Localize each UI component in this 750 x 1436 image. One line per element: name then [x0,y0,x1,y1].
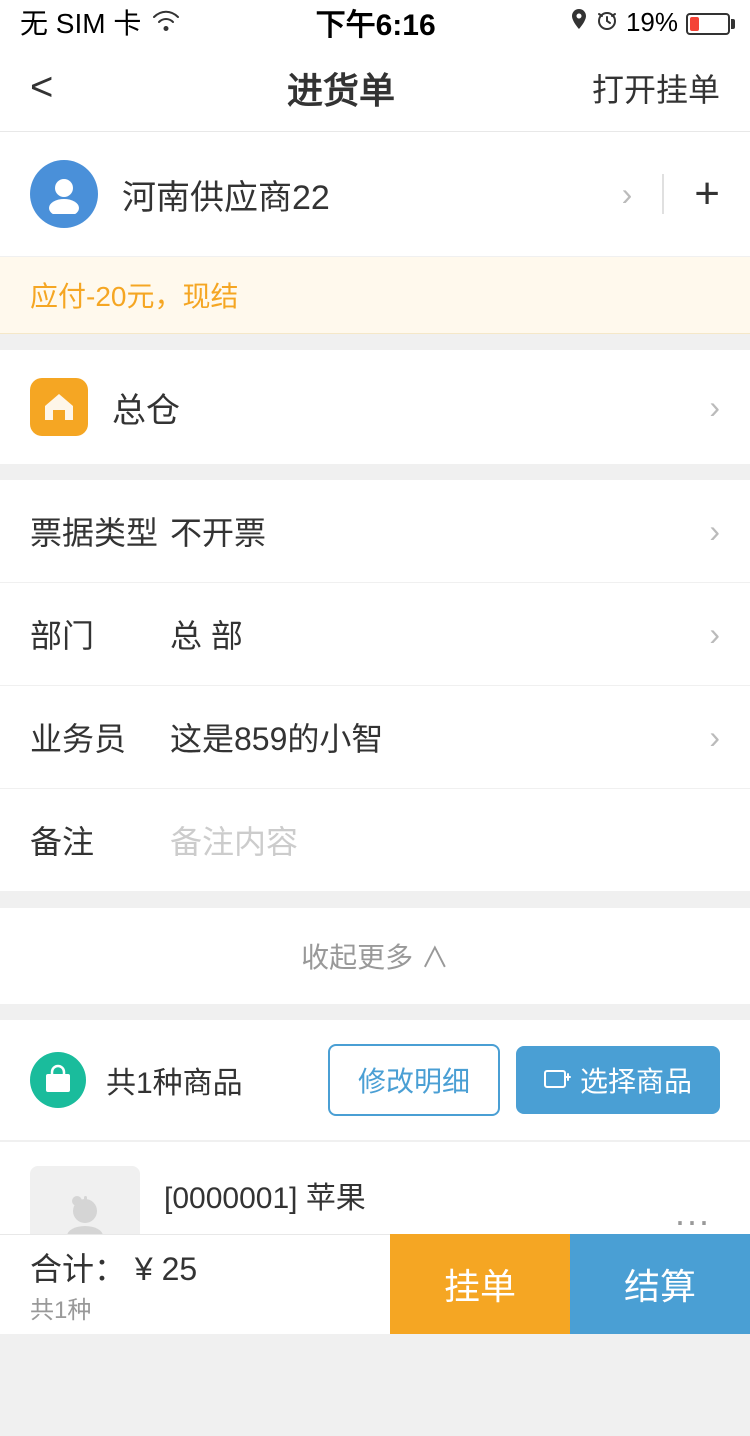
product-code: [0000001] [164,1182,297,1215]
invoice-chevron-icon: › [709,513,720,550]
supplier-card: 河南供应商22 › + 应付-20元，现结 [0,132,750,334]
open-hang-button[interactable]: 打开挂单 [592,65,720,111]
remark-label: 备注 [30,817,170,863]
dept-chevron-icon: › [709,616,720,653]
status-bar: 无 SIM 卡 下午6:16 19% [0,0,750,44]
warehouse-name: 总仓 [112,383,709,432]
supplier-name: 河南供应商22 [122,170,622,219]
settle-button[interactable]: 结算 [570,1234,750,1334]
sales-row[interactable]: 业务员 这是859的小智 › [0,686,750,789]
status-right: 19% [570,7,730,38]
select-product-button[interactable]: 选择商品 [516,1046,720,1114]
add-supplier-button[interactable]: + [694,172,720,216]
spacer1 [0,334,750,350]
notice-banner: 应付-20元，现结 [0,257,750,334]
bottom-spacer [0,1316,750,1436]
edit-detail-button[interactable]: 修改明细 [328,1044,500,1116]
total-count: 共1种 [30,1290,360,1325]
warehouse-chevron-icon: › [709,389,720,426]
supplier-row[interactable]: 河南供应商22 › + [0,132,750,257]
total-section: 合计： ¥ 25 共1种 [0,1234,390,1334]
battery-icon [686,7,730,38]
remark-row[interactable]: 备注 备注内容 [0,789,750,891]
carrier-text: 无 SIM 卡 [20,2,141,42]
remark-placeholder: 备注内容 [170,817,720,863]
invoice-row[interactable]: 票据类型 不开票 › [0,480,750,583]
total-value: ¥ 25 [135,1251,197,1287]
invoice-value: 不开票 [170,508,709,554]
product-icon [30,1052,86,1108]
nav-bar: < 进货单 打开挂单 [0,44,750,132]
warehouse-card: 总仓 › [0,350,750,464]
product-count-text: 共1种商品 [106,1058,328,1102]
wifi-icon [151,6,181,38]
page-title: 进货单 [287,62,395,114]
sales-chevron-icon: › [709,719,720,756]
product-name: [0000001] 苹果 [164,1173,664,1217]
dept-label: 部门 [30,611,170,657]
collapse-button[interactable]: 收起更多 ∧ [0,907,750,1004]
alarm-icon [596,7,618,38]
dept-value: 总 部 [170,611,709,657]
back-button[interactable]: < [30,65,90,110]
select-product-label: 选择商品 [580,1060,692,1100]
supplier-avatar [30,160,98,228]
supplier-chevron-icon: › [622,176,633,213]
total-label: 合计： [30,1251,126,1287]
status-time: 下午6:16 [316,0,436,44]
total-amount: 合计： ¥ 25 [30,1244,360,1290]
status-left: 无 SIM 卡 [20,2,181,42]
supplier-divider [662,174,664,214]
form-card: 票据类型 不开票 › 部门 总 部 › 业务员 这是859的小智 › 备注 备注… [0,480,750,891]
hang-button[interactable]: 挂单 [390,1234,570,1334]
dept-row[interactable]: 部门 总 部 › [0,583,750,686]
bottom-bar: 合计： ¥ 25 共1种 挂单 结算 [0,1234,750,1334]
invoice-label: 票据类型 [30,508,170,554]
location-icon [570,7,588,38]
sales-value: 这是859的小智 [170,714,709,760]
product-title: 苹果 [306,1182,366,1215]
warehouse-icon [30,378,88,436]
sales-label: 业务员 [30,714,170,760]
products-header: 共1种商品 修改明细 选择商品 [0,1020,750,1140]
battery-percent: 19% [626,7,678,38]
warehouse-row[interactable]: 总仓 › [0,350,750,464]
